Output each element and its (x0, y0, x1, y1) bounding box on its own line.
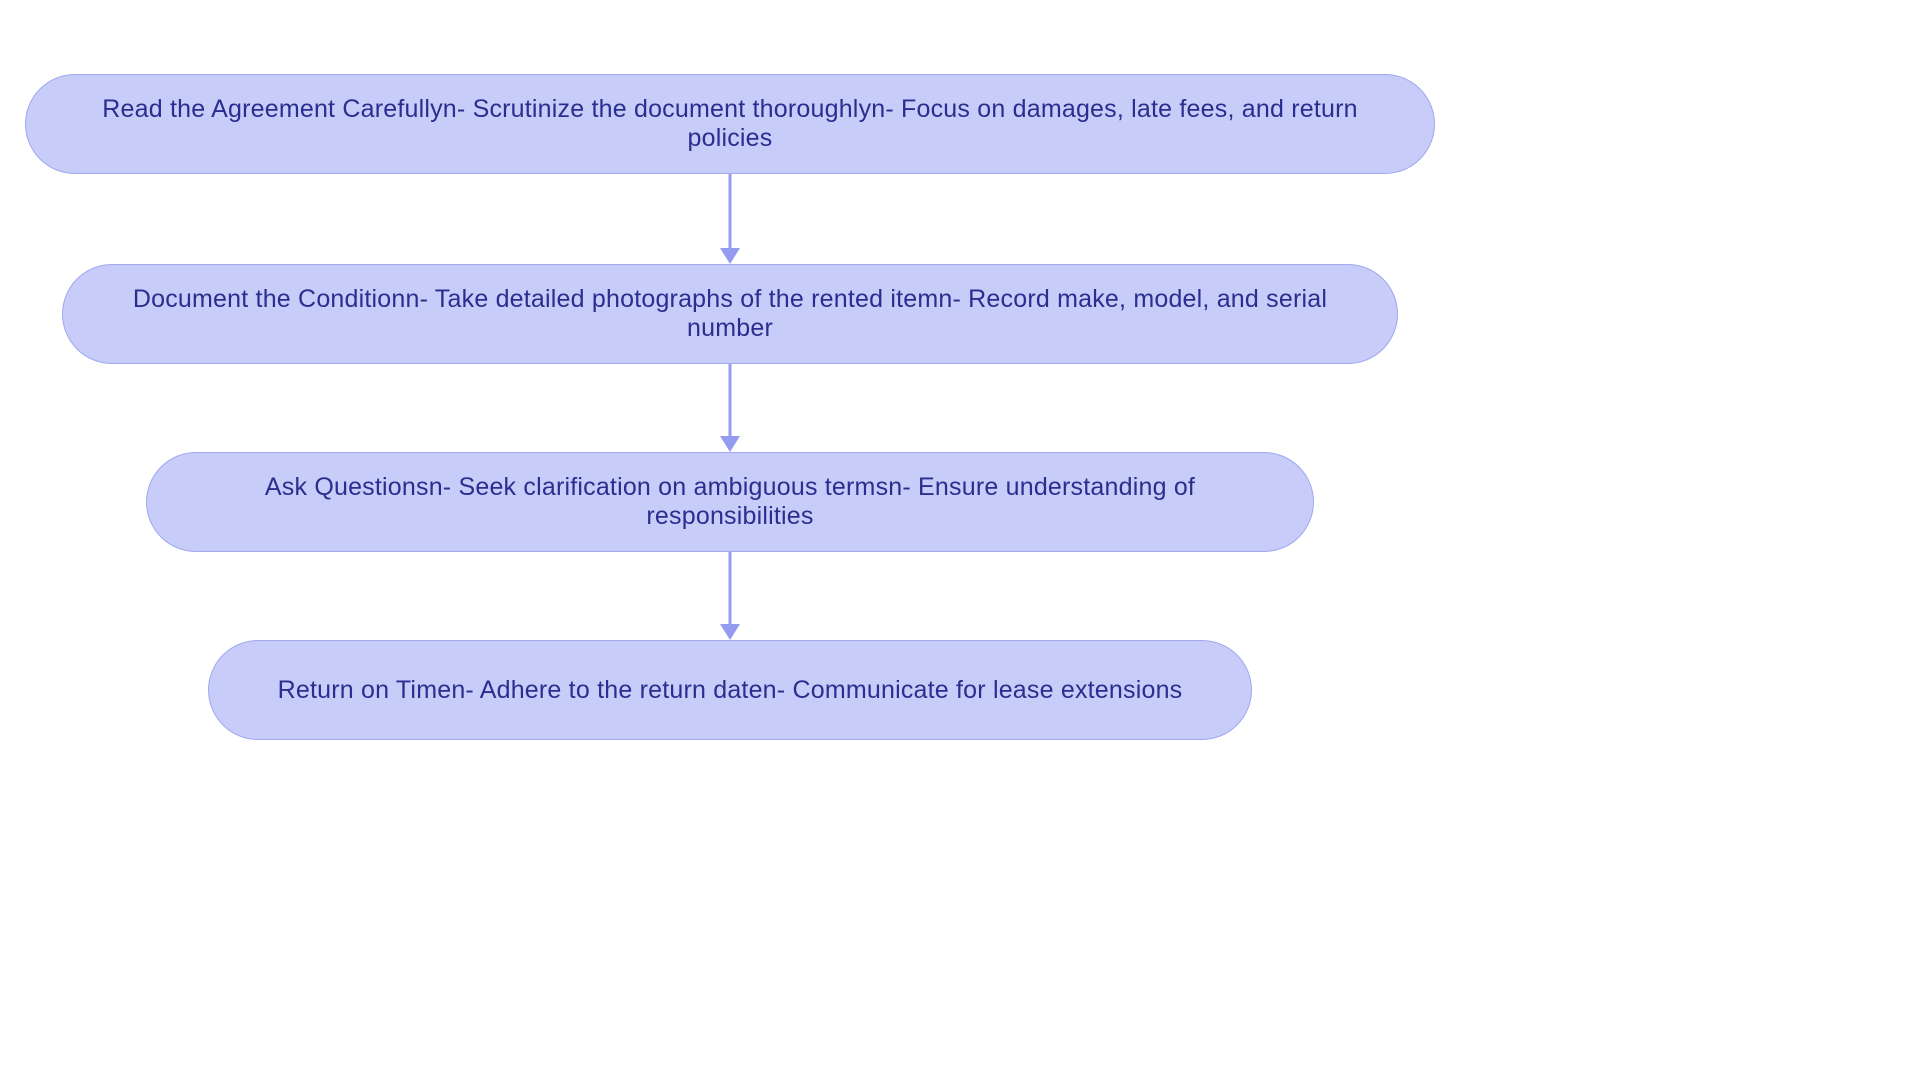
node-4-text: Return on Timen- Adhere to the return da… (278, 676, 1183, 705)
flowchart-container: Read the Agreement Carefullyn- Scrutiniz… (0, 0, 1920, 1083)
flowchart-node-3: Ask Questionsn- Seek clarification on am… (146, 452, 1314, 552)
flowchart-node-4: Return on Timen- Adhere to the return da… (208, 640, 1252, 740)
node-1-text: Read the Agreement Carefullyn- Scrutiniz… (66, 95, 1394, 153)
node-2-text: Document the Conditionn- Take detailed p… (103, 285, 1357, 343)
arrow-line-icon (729, 552, 732, 624)
flowchart-node-2: Document the Conditionn- Take detailed p… (62, 264, 1398, 364)
arrow-head-icon (720, 436, 740, 452)
arrow-line-icon (729, 174, 732, 248)
node-3-text: Ask Questionsn- Seek clarification on am… (187, 473, 1273, 531)
arrow-head-icon (720, 248, 740, 264)
arrow-line-icon (729, 364, 732, 436)
flowchart-node-1: Read the Agreement Carefullyn- Scrutiniz… (25, 74, 1435, 174)
arrow-head-icon (720, 624, 740, 640)
